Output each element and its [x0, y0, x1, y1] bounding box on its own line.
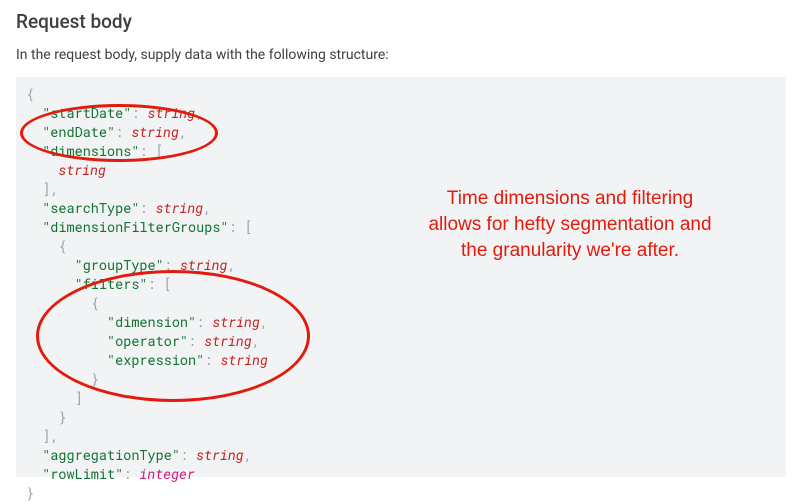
type-aggregationType: string	[196, 446, 244, 464]
brace-close: }	[26, 484, 34, 502]
type-rowLimit: integer	[139, 465, 194, 483]
annotation-oval-1	[20, 104, 218, 162]
type-dimensions-item: string	[58, 161, 106, 179]
key-dimensionFilterGroups: "dimensionFilterGroups"	[42, 218, 228, 236]
intro-text: In the request body, supply data with th…	[16, 47, 784, 63]
type-searchType: string	[156, 199, 204, 217]
section-heading: Request body	[16, 10, 784, 33]
page: Request body In the request body, supply…	[0, 0, 800, 504]
key-rowLimit: "rowLimit"	[42, 465, 123, 483]
annotation-text: Time dimensions and filtering allows for…	[420, 186, 720, 264]
key-searchType: "searchType"	[42, 199, 139, 217]
brace-open: {	[26, 85, 34, 103]
key-aggregationType: "aggregationType"	[42, 446, 180, 464]
annotation-oval-2	[36, 270, 310, 402]
